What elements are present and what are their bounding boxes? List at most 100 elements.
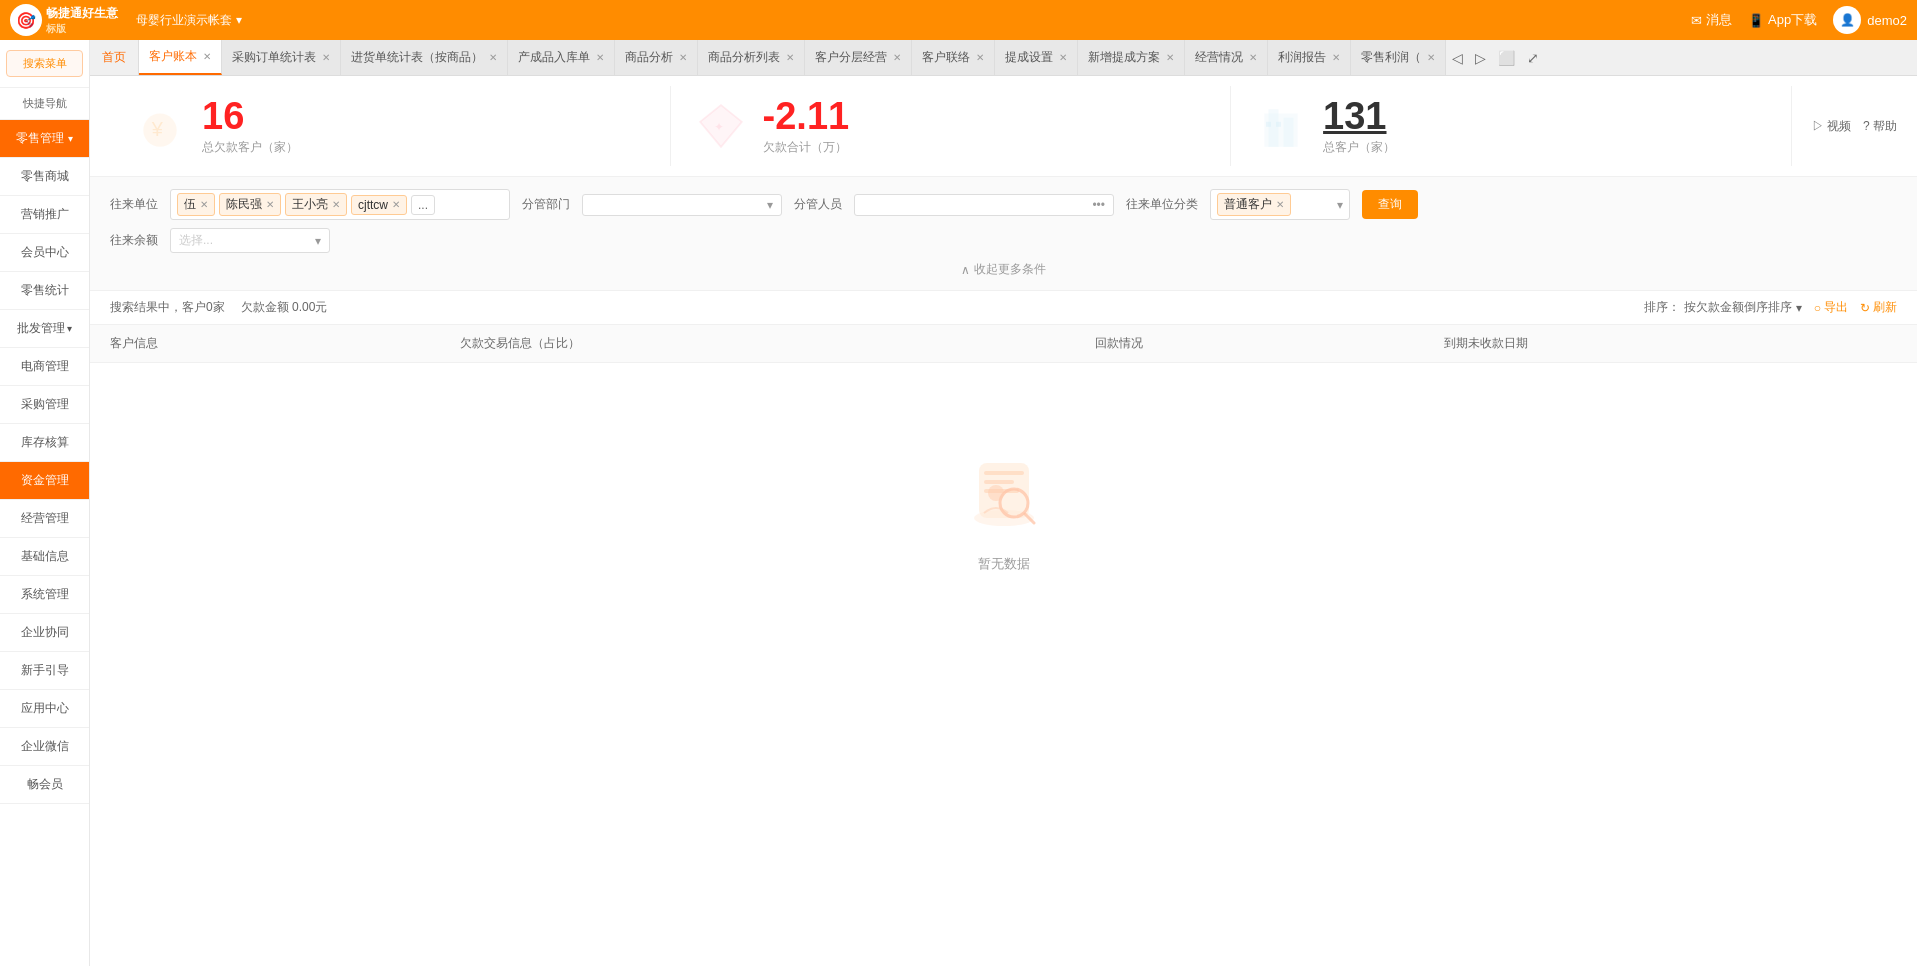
- sidebar-item-finance[interactable]: 资金管理: [0, 462, 89, 500]
- query-button[interactable]: 查询: [1362, 190, 1418, 219]
- sidebar-item-system[interactable]: 系统管理: [0, 576, 89, 614]
- unit-tag-cjttcw[interactable]: cjttcw✕: [351, 195, 407, 215]
- remove-class-tag[interactable]: ✕: [1276, 199, 1284, 210]
- user-area[interactable]: 👤 demo2: [1833, 6, 1907, 34]
- tab-operation[interactable]: 经营情况 ✕: [1185, 40, 1268, 75]
- sidebar-item-ecommerce[interactable]: 电商管理: [0, 348, 89, 386]
- dept-select[interactable]: ▾: [582, 194, 782, 216]
- sidebar-item-vip[interactable]: 畅会员: [0, 766, 89, 804]
- tab-goods-analysis-list[interactable]: 商品分析列表 ✕: [698, 40, 805, 75]
- stat-total-customers: 131 总客户（家）: [1231, 86, 1792, 166]
- balance-select[interactable]: 选择... ▾: [170, 228, 330, 253]
- tab-close-icon[interactable]: ✕: [976, 52, 984, 63]
- unit-filter-label: 往来单位: [110, 196, 158, 213]
- sidebar-item-basic-info[interactable]: 基础信息: [0, 538, 89, 576]
- video-link[interactable]: ▷ 视频: [1812, 118, 1851, 135]
- tab-close-icon[interactable]: ✕: [1059, 52, 1067, 63]
- svg-rect-8: [1266, 122, 1271, 127]
- sidebar-item-operation[interactable]: 经营管理: [0, 500, 89, 538]
- collapse-button[interactable]: ∧ 收起更多条件: [961, 261, 1046, 278]
- unit-filter-tags[interactable]: 伍✕ 陈民强✕ 王小亮✕ cjttcw✕ ...: [170, 189, 510, 220]
- sidebar-item-newbie[interactable]: 新手引导: [0, 652, 89, 690]
- tab-expand-icon[interactable]: ⬜: [1492, 40, 1521, 75]
- person-input[interactable]: [863, 198, 1088, 212]
- tab-close-icon[interactable]: ✕: [203, 51, 211, 62]
- tab-goods-stats[interactable]: 进货单统计表（按商品） ✕: [341, 40, 508, 75]
- tab-close-icon[interactable]: ✕: [489, 52, 497, 63]
- sidebar-item-enterprise-wechat[interactable]: 企业微信: [0, 728, 89, 766]
- help-link[interactable]: ? 帮助: [1863, 118, 1897, 135]
- overdue-customers-label: 总欠款客户（家）: [202, 139, 298, 156]
- tab-close-icon[interactable]: ✕: [596, 52, 604, 63]
- messages-btn[interactable]: ✉ 消息: [1691, 11, 1732, 29]
- tab-close-icon[interactable]: ✕: [322, 52, 330, 63]
- unit-tag-wang[interactable]: 王小亮✕: [285, 193, 347, 216]
- sidebar-item-retail-mall[interactable]: 零售商城: [0, 158, 89, 196]
- person-select[interactable]: •••: [854, 194, 1114, 216]
- tab-close-icon[interactable]: ✕: [1427, 52, 1435, 63]
- tab-nav-right[interactable]: ▷: [1469, 40, 1492, 75]
- tab-close-icon[interactable]: ✕: [1332, 52, 1340, 63]
- sort-select[interactable]: 排序： 按欠款金额倒序排序 ▾: [1644, 299, 1802, 316]
- tab-purchase-order[interactable]: 采购订单统计表 ✕: [222, 40, 341, 75]
- search-menu-button[interactable]: 搜索菜单: [6, 50, 83, 77]
- unit-class-select[interactable]: 普通客户✕ ▾: [1210, 189, 1350, 220]
- unit-tag-wu[interactable]: 伍✕: [177, 193, 215, 216]
- tab-raise-settings[interactable]: 提成设置 ✕: [995, 40, 1078, 75]
- tab-customer-link[interactable]: 客户联络 ✕: [912, 40, 995, 75]
- remove-tag-cjttcw[interactable]: ✕: [392, 199, 400, 210]
- tab-retail-profit[interactable]: 零售利润（ ✕: [1351, 40, 1446, 75]
- tab-account-capital[interactable]: 客户账本 ✕: [139, 40, 222, 75]
- dept-input[interactable]: [591, 198, 763, 212]
- balance-filter-label: 往来余额: [110, 232, 158, 249]
- sidebar-item-member[interactable]: 会员中心: [0, 234, 89, 272]
- tab-goods-analysis[interactable]: 商品分析 ✕: [615, 40, 698, 75]
- tab-close-icon[interactable]: ✕: [1166, 52, 1174, 63]
- tab-close-icon[interactable]: ✕: [1249, 52, 1257, 63]
- top-bar: 🎯 畅捷通好生意 标版 母婴行业演示帐套 ▾ ✉ 消息 📱 App下载 👤: [0, 0, 1917, 40]
- remove-tag-chen[interactable]: ✕: [266, 199, 274, 210]
- workspace-selector[interactable]: 母婴行业演示帐套 ▾: [136, 12, 242, 29]
- total-customers-label: 总客户（家）: [1323, 139, 1395, 156]
- sidebar-item-retail-stats[interactable]: 零售统计: [0, 272, 89, 310]
- unit-tag-more[interactable]: ...: [411, 195, 435, 215]
- content-area: 首页 客户账本 ✕ 采购订单统计表 ✕ 进货单统计表（按商品） ✕ 产成品入库单…: [90, 40, 1917, 966]
- sidebar-item-enterprise[interactable]: 企业协同: [0, 614, 89, 652]
- tab-profit-report[interactable]: 利润报告 ✕: [1268, 40, 1351, 75]
- tab-close-icon[interactable]: ✕: [679, 52, 687, 63]
- svg-rect-9: [1276, 122, 1281, 127]
- unit-class-tag-normal[interactable]: 普通客户✕: [1217, 193, 1291, 216]
- quick-nav-button[interactable]: 快捷导航: [0, 88, 89, 120]
- sidebar-item-wholesale[interactable]: 批发管理 ▾: [0, 310, 89, 348]
- sidebar-item-purchase[interactable]: 采购管理: [0, 386, 89, 424]
- page-content: ¥ 16 总欠款客户（家） ✦: [90, 76, 1917, 966]
- tab-close-icon[interactable]: ✕: [893, 52, 901, 63]
- logo-area: 🎯 畅捷通好生意 标版: [10, 4, 118, 36]
- remove-tag-wang[interactable]: ✕: [332, 199, 340, 210]
- sidebar-item-app-center[interactable]: 应用中心: [0, 690, 89, 728]
- tab-close-icon[interactable]: ✕: [786, 52, 794, 63]
- unit-class-label: 往来单位分类: [1126, 196, 1198, 213]
- chevron-right-icon: ▾: [67, 323, 72, 334]
- sidebar-search: 搜索菜单: [0, 40, 89, 88]
- tab-home[interactable]: 首页: [90, 40, 139, 75]
- refresh-button[interactable]: ↻ 刷新: [1860, 299, 1897, 316]
- tab-cost-in[interactable]: 产成品入库单 ✕: [508, 40, 615, 75]
- stat-header-actions: ▷ 视频 ? 帮助: [1792, 86, 1897, 166]
- tab-maximize-icon[interactable]: ⤢: [1521, 40, 1545, 75]
- data-table-wrapper: 客户信息 欠款交易信息（占比） 回款情况 到期未收款日期: [90, 325, 1917, 363]
- total-customers-value: 131: [1323, 97, 1395, 135]
- unit-tag-chen[interactable]: 陈民强✕: [219, 193, 281, 216]
- stat-overdue-amount: ✦ -2.11 欠款合计（万）: [671, 86, 1232, 166]
- export-button[interactable]: ○ 导出: [1814, 299, 1848, 316]
- tab-customer-tier[interactable]: 客户分层经营 ✕: [805, 40, 912, 75]
- chevron-down-icon: ▾: [767, 198, 773, 212]
- app-download-btn[interactable]: 📱 App下载: [1748, 11, 1817, 29]
- sidebar-item-marketing[interactable]: 营销推广: [0, 196, 89, 234]
- remove-tag-wu[interactable]: ✕: [200, 199, 208, 210]
- tab-nav-left[interactable]: ◁: [1446, 40, 1469, 75]
- sidebar-item-retail[interactable]: 零售管理 ▾: [0, 120, 89, 158]
- sidebar-item-inventory[interactable]: 库存核算: [0, 424, 89, 462]
- tab-new-raise[interactable]: 新增提成方案 ✕: [1078, 40, 1185, 75]
- play-icon: ▷: [1812, 119, 1824, 133]
